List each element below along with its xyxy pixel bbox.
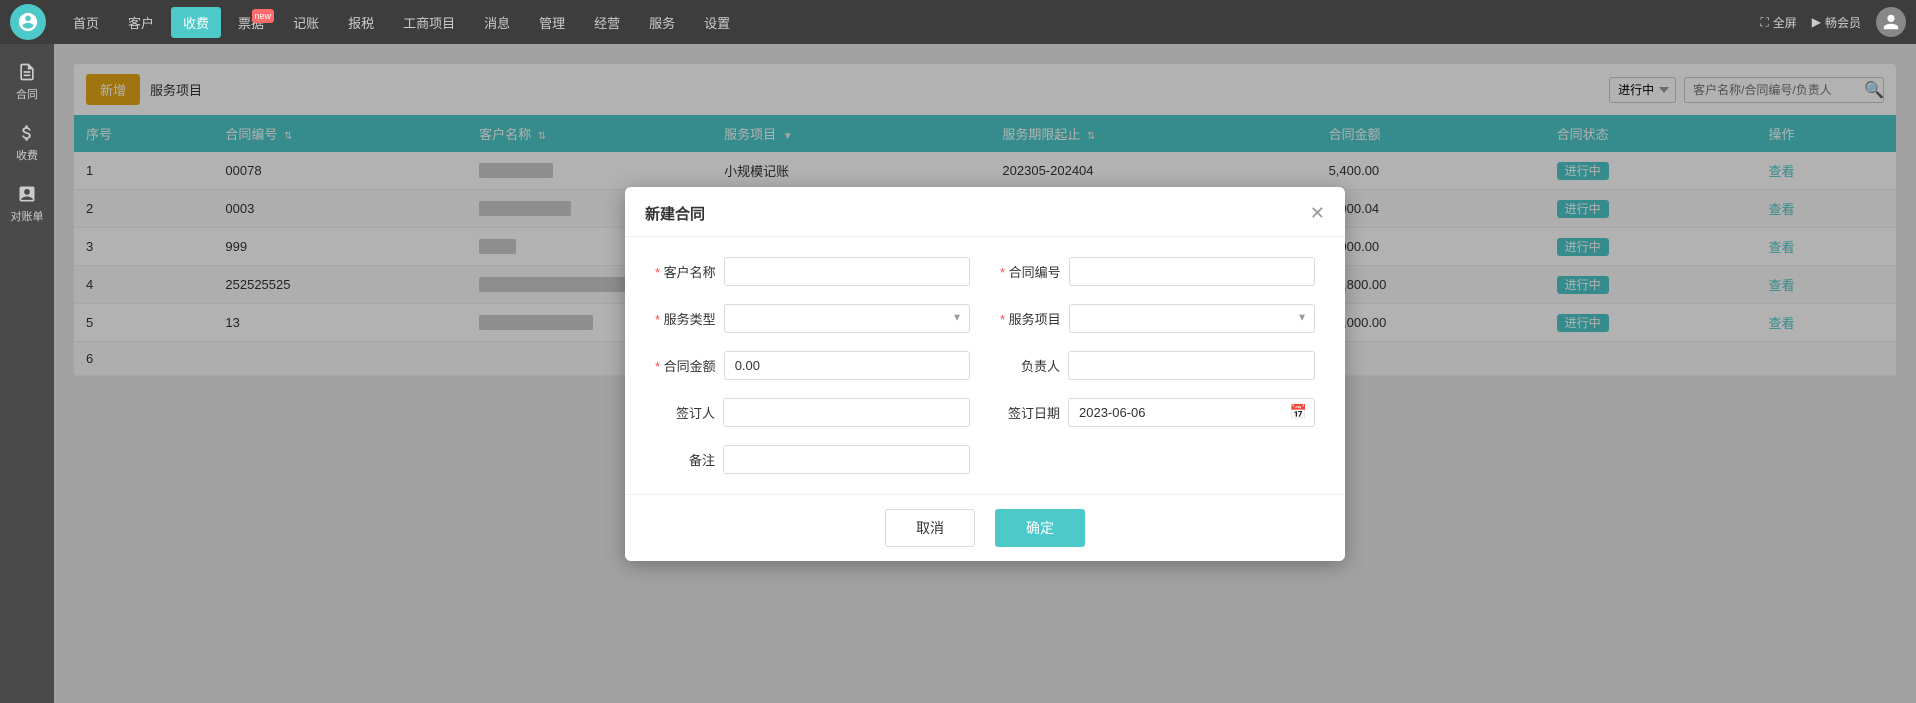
responsible-field: 负责人 [1000,351,1315,380]
service-item-label: 服务项目 [1000,309,1061,328]
main-layout: 合同 收费 对账单 新增 服务项目 进行中 已完成 [0,44,1916,703]
form-row-1: 客户名称 合同编号 [655,257,1315,286]
nav-item-bookkeeping[interactable]: 记账 [281,7,331,38]
contract-amount-label: 合同金额 [655,356,716,375]
modal-overlay: 新建合同 ✕ 客户名称 合同编号 [54,44,1916,703]
nav-item-fees[interactable]: 收费 [171,7,221,38]
form-row-5: 备注 [655,445,1315,474]
sidebar-item-fees[interactable]: 收费 [2,115,52,171]
form-row-2: 服务类型 ▼ 服务项目 ▼ [655,304,1315,333]
nav-item-business[interactable]: 工商项目 [391,7,467,38]
cancel-button[interactable]: 取消 [885,509,975,547]
new-badge: new [252,9,275,23]
fullscreen-icon: ⛶ [1760,15,1768,30]
contract-amount-input[interactable] [724,351,970,380]
nav-items-container: 首页 客户 收费 票据 new 记账 报税 工商项目 消息 管理 经营 服务 设… [61,7,1760,38]
nav-item-customer[interactable]: 客户 [116,7,166,38]
sign-date-input[interactable] [1068,398,1315,427]
responsible-input[interactable] [1068,351,1315,380]
modal-title: 新建合同 [645,203,705,224]
remark-label: 备注 [655,450,715,469]
contract-no-label: 合同编号 [1000,262,1061,281]
fees-icon [17,123,37,143]
sidebar-item-statements[interactable]: 对账单 [2,176,52,232]
left-sidebar: 合同 收费 对账单 [0,44,54,703]
top-navigation: 首页 客户 收费 票据 new 记账 报税 工商项目 消息 管理 经营 服务 设… [0,0,1916,44]
service-item-field: 服务项目 ▼ [1000,304,1315,333]
nav-item-management[interactable]: 管理 [527,7,577,38]
modal-close-button[interactable]: ✕ [1310,204,1325,222]
new-contract-modal: 新建合同 ✕ 客户名称 合同编号 [625,187,1345,561]
nav-item-home[interactable]: 首页 [61,7,111,38]
customer-name-label: 客户名称 [655,262,716,281]
service-type-select-wrapper: ▼ [724,304,970,333]
contract-no-field: 合同编号 [1000,257,1315,286]
fullscreen-button[interactable]: ⛶ 全屏 [1760,14,1796,31]
confirm-button[interactable]: 确定 [995,509,1085,547]
nav-item-tax[interactable]: 报税 [336,7,386,38]
nav-item-operations[interactable]: 经营 [582,7,632,38]
play-icon: ▶ [1812,15,1821,29]
nav-item-bills[interactable]: 票据 new [226,7,276,38]
modal-footer: 取消 确定 [625,494,1345,561]
service-type-field: 服务类型 ▼ [655,304,970,333]
user-avatar[interactable] [1876,7,1906,37]
service-item-select-wrapper: ▼ [1069,304,1315,333]
service-type-select[interactable] [724,304,970,333]
app-logo[interactable] [10,4,46,40]
signer-input[interactable] [723,398,970,427]
nav-item-services[interactable]: 服务 [637,7,687,38]
customer-name-input[interactable] [724,257,970,286]
service-type-label: 服务类型 [655,309,716,328]
modal-header: 新建合同 ✕ [625,187,1345,237]
content-area: 新增 服务项目 进行中 已完成 全部 🔍 序号 合同编号 ⇅ [54,44,1916,703]
nav-item-settings[interactable]: 设置 [692,7,742,38]
contract-no-input[interactable] [1069,257,1315,286]
member-button[interactable]: ▶ 畅会员 [1812,14,1861,31]
statements-icon [17,184,37,204]
customer-name-field: 客户名称 [655,257,970,286]
remark-input[interactable] [723,445,970,474]
sidebar-item-contracts[interactable]: 合同 [2,54,52,110]
signer-label: 签订人 [655,403,715,422]
nav-right-area: ⛶ 全屏 ▶ 畅会员 [1760,7,1906,37]
form-row-3: 合同金额 负责人 [655,351,1315,380]
responsible-label: 负责人 [1000,356,1060,375]
service-item-select[interactable] [1069,304,1315,333]
sign-date-input-wrapper: 📅 [1068,398,1315,427]
contract-amount-field: 合同金额 [655,351,970,380]
signer-field: 签订人 [655,398,970,427]
remark-field: 备注 [655,445,970,474]
sign-date-field: 签订日期 📅 [1000,398,1315,427]
contract-icon [17,62,37,82]
modal-body: 客户名称 合同编号 服务类型 [625,237,1345,494]
nav-item-messages[interactable]: 消息 [472,7,522,38]
form-row-4: 签订人 签订日期 📅 [655,398,1315,427]
sign-date-label: 签订日期 [1000,403,1060,422]
